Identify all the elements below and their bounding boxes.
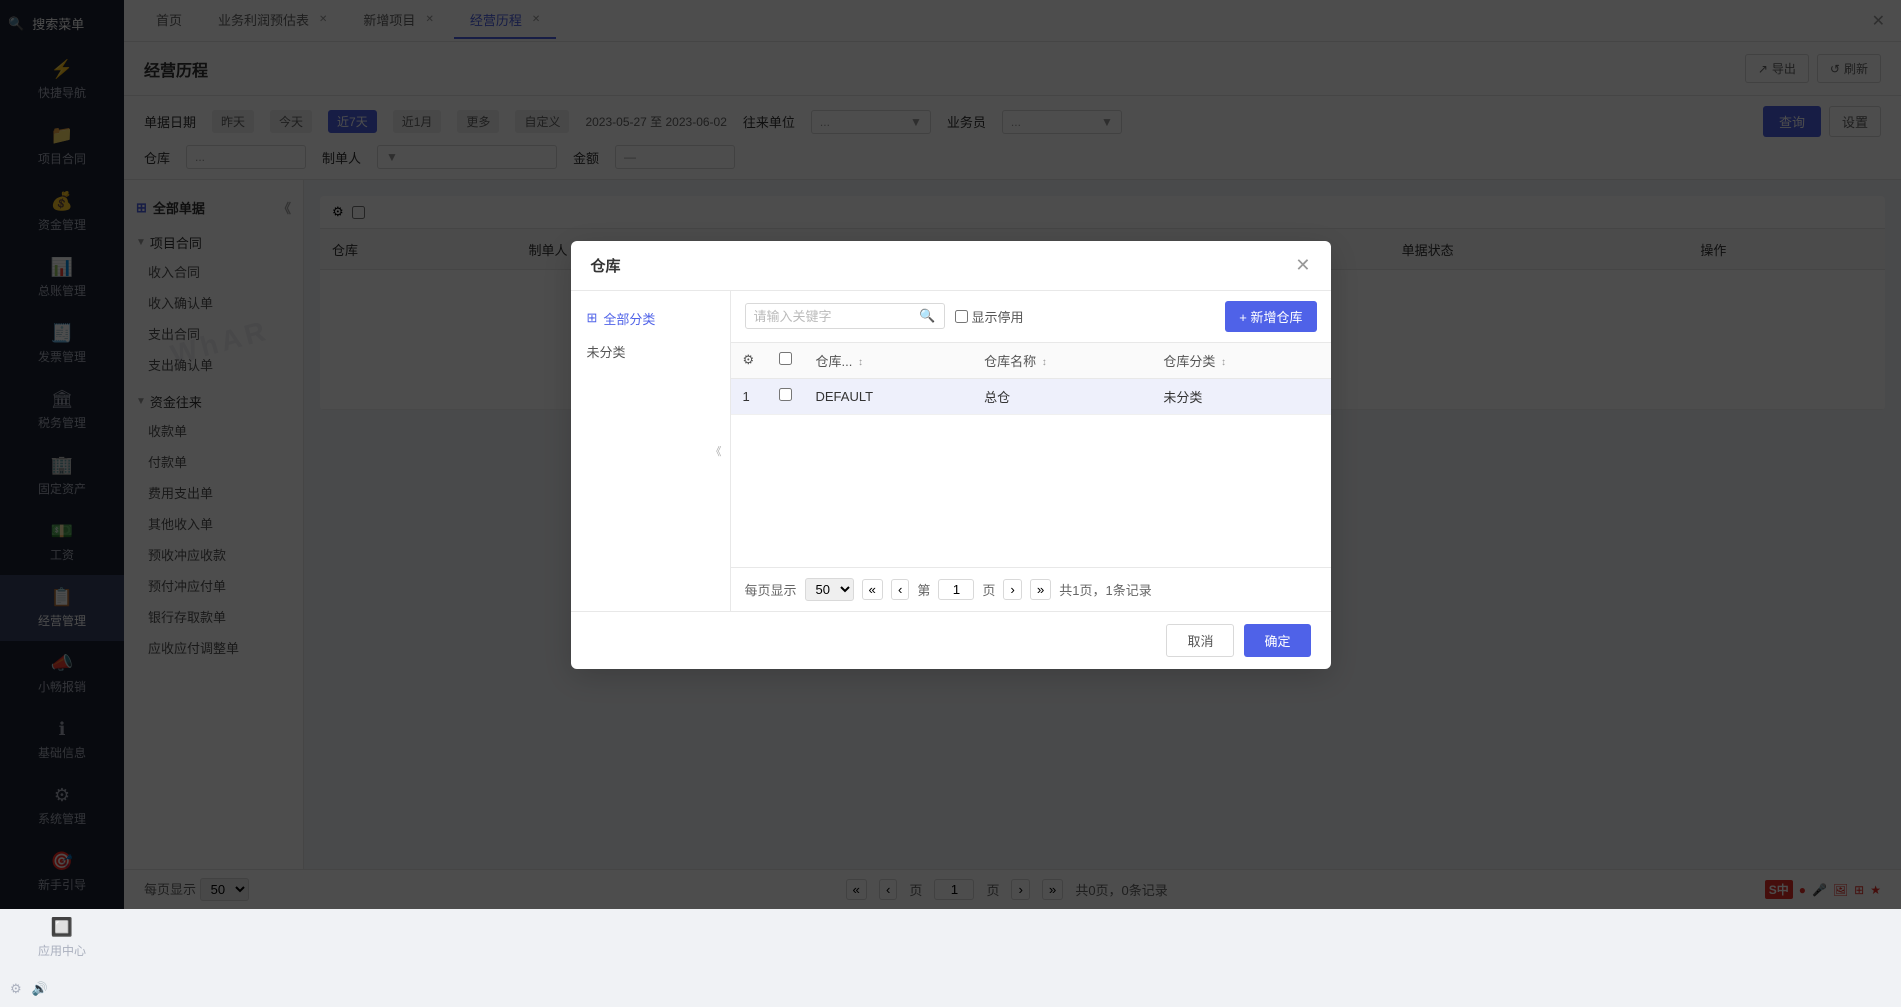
- cell-name: 总仓: [972, 378, 1151, 414]
- sidebar-item-app-center[interactable]: 🔲 应用中心: [0, 905, 124, 971]
- dialog-page-word: 第: [917, 580, 930, 599]
- dialog-table: ⚙ 仓库... ↕ 仓库名称 ↕: [731, 343, 1331, 415]
- search-icon: 🔍: [919, 308, 935, 324]
- uncategorized-label: 未分类: [587, 345, 626, 360]
- cell-category: 未分类: [1151, 378, 1330, 414]
- col-check: [767, 343, 804, 379]
- dialog-first-page[interactable]: «: [862, 579, 883, 600]
- dialog-search-input[interactable]: [754, 309, 916, 324]
- col-code: 仓库... ↕: [804, 343, 973, 379]
- show-disabled-checkbox-label[interactable]: 显示停用: [955, 307, 1024, 326]
- dialog-page-input[interactable]: [938, 579, 974, 600]
- dialog-left-panel: ⊞ 全部分类 《 未分类: [571, 291, 731, 611]
- dialog-title: 仓库: [591, 255, 621, 276]
- all-category-label: 全部分类: [603, 309, 655, 328]
- modal-backdrop: 仓库 ✕ ⊞ 全部分类 《 未分类: [0, 0, 1901, 909]
- dialog-header: 仓库 ✕: [571, 241, 1331, 291]
- show-disabled-label: 显示停用: [972, 307, 1024, 326]
- sidebar-bottom: ⚙ 🔊: [0, 971, 124, 1007]
- dialog-next-page[interactable]: ›: [1003, 579, 1021, 600]
- dialog-pagination: 每页显示 50 « ‹ 第 页 › » 共1页，1条记录: [731, 567, 1331, 611]
- cell-checkbox[interactable]: [767, 378, 804, 414]
- settings-icon[interactable]: ⚙: [10, 981, 22, 997]
- dialog-page-size-label: 每页显示: [745, 580, 797, 599]
- add-warehouse-button[interactable]: + 新增仓库: [1225, 301, 1316, 332]
- dialog-toolbar: 🔍 显示停用 + 新增仓库: [731, 291, 1331, 343]
- sort-icon-code: ↕: [858, 357, 863, 368]
- dialog-right-panel: 🔍 显示停用 + 新增仓库 ⚙: [731, 291, 1331, 611]
- col-category-label: 仓库分类: [1163, 354, 1215, 369]
- app-center-icon: 🔲: [51, 917, 73, 938]
- show-disabled-checkbox[interactable]: [955, 310, 968, 323]
- dialog-all-category[interactable]: ⊞ 全部分类 《: [571, 301, 730, 336]
- table-row[interactable]: 1 DEFAULT 总仓 未分类: [731, 378, 1331, 414]
- confirm-button[interactable]: 确定: [1244, 624, 1310, 657]
- sort-icon-category: ↕: [1221, 357, 1226, 368]
- dialog-search-box[interactable]: 🔍: [745, 303, 945, 329]
- dialog-table-wrapper: ⚙ 仓库... ↕ 仓库名称 ↕: [731, 343, 1331, 567]
- row-checkbox[interactable]: [779, 388, 792, 401]
- col-name-label: 仓库名称: [984, 354, 1036, 369]
- collapse-left-icon[interactable]: 《: [711, 443, 722, 459]
- col-name: 仓库名称 ↕: [972, 343, 1151, 379]
- sound-icon[interactable]: 🔊: [32, 981, 48, 997]
- col-code-label: 仓库...: [816, 354, 853, 369]
- col-category: 仓库分类 ↕: [1151, 343, 1330, 379]
- sidebar-item-label: 应用中心: [38, 942, 86, 959]
- cell-code: DEFAULT: [804, 378, 973, 414]
- warehouse-dialog: 仓库 ✕ ⊞ 全部分类 《 未分类: [571, 241, 1331, 669]
- dialog-prev-page[interactable]: ‹: [891, 579, 909, 600]
- sort-icon-name: ↕: [1042, 357, 1047, 368]
- dialog-uncategorized[interactable]: 未分类: [571, 336, 730, 367]
- dialog-body: ⊞ 全部分类 《 未分类 🔍 显示停用: [571, 291, 1331, 611]
- dialog-close-button[interactable]: ✕: [1295, 255, 1310, 276]
- grid-category-icon: ⊞: [587, 310, 598, 326]
- cancel-button[interactable]: 取消: [1166, 624, 1234, 657]
- table-select-all[interactable]: [779, 352, 792, 365]
- dialog-last-page[interactable]: »: [1030, 579, 1051, 600]
- dialog-total: 共1页，1条记录: [1059, 580, 1151, 599]
- dialog-page-label: 页: [982, 580, 995, 599]
- dialog-footer: 取消 确定: [571, 611, 1331, 669]
- col-gear: ⚙: [731, 343, 767, 379]
- dialog-page-size-select[interactable]: 50: [805, 578, 854, 601]
- cell-index: 1: [731, 378, 767, 414]
